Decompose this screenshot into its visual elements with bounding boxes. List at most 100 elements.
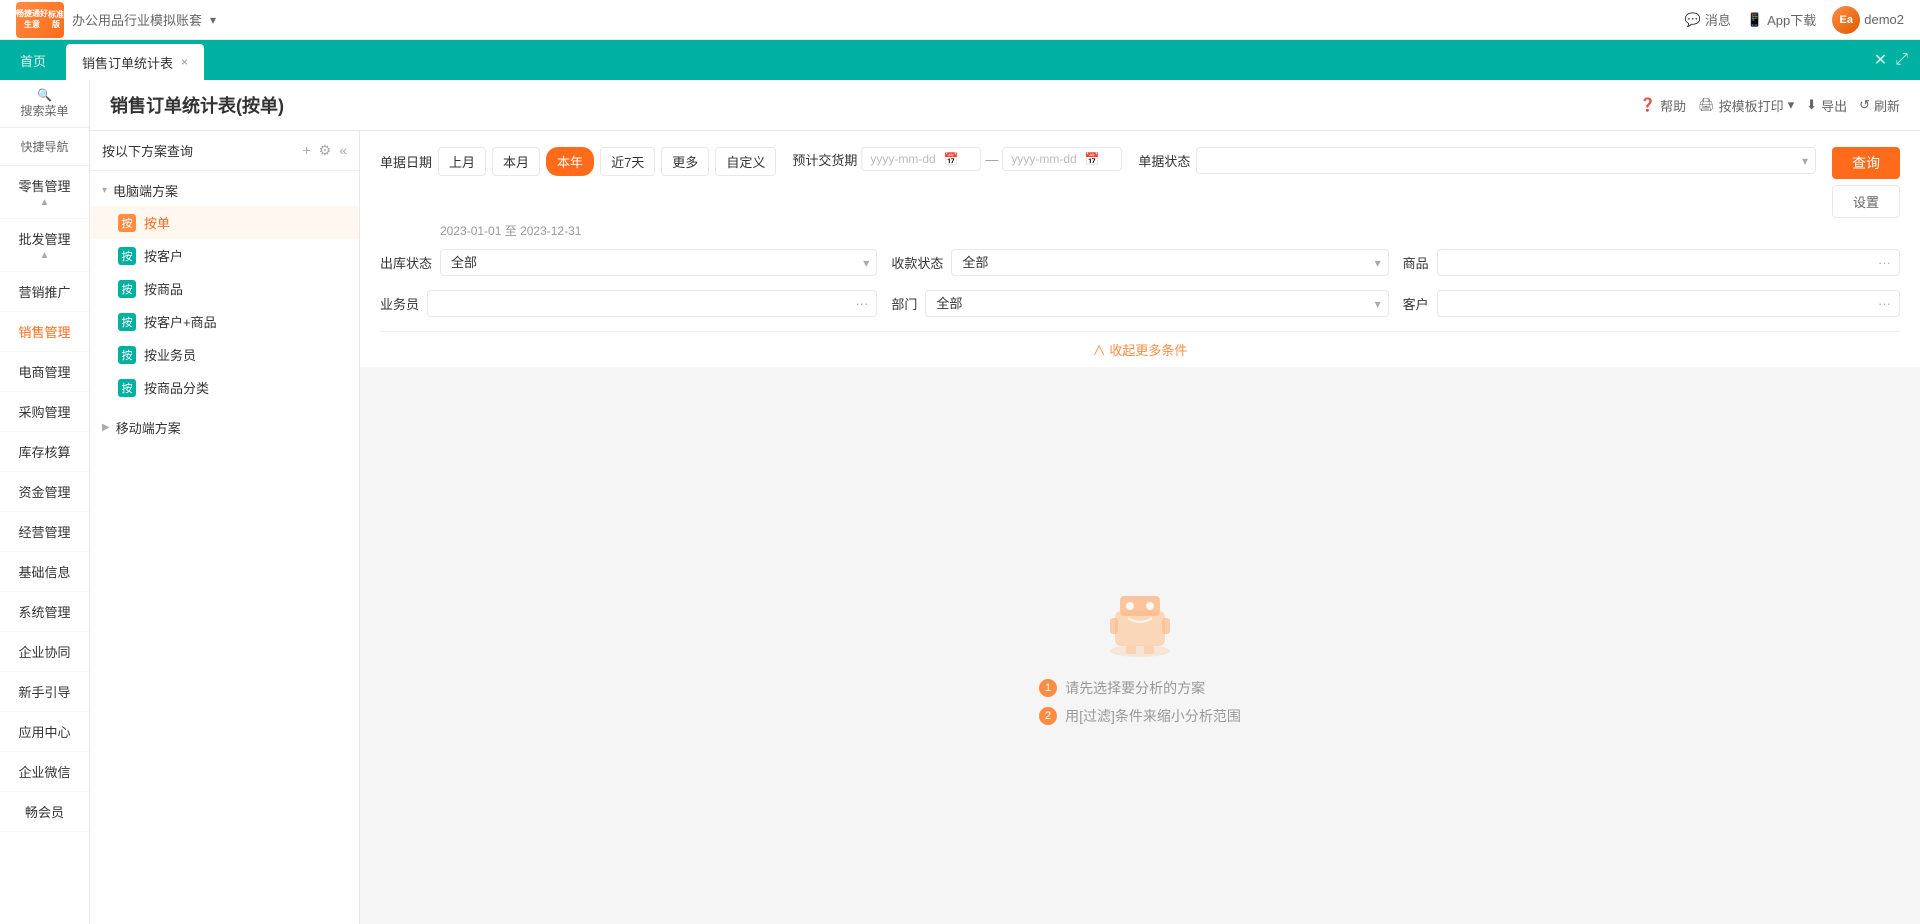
workspace: 按以下方案查询 + ⚙ « ▾ 电脑端方案 按 按单 bbox=[90, 131, 1920, 924]
sidebar-item-marketing[interactable]: 营销推广 bbox=[0, 272, 89, 312]
sidebar: 🔍 搜索菜单 快捷导航 零售管理 ▲ 批发管理 ▲ 营销推广 销售管理 电商管理 bbox=[0, 80, 90, 924]
sidebar-item-ecommerce[interactable]: 电商管理 bbox=[0, 352, 89, 392]
date-btn-last-month[interactable]: 上月 bbox=[438, 147, 486, 176]
goods-more-icon[interactable]: ··· bbox=[1878, 255, 1891, 270]
tab-home[interactable]: 首页 bbox=[0, 40, 66, 80]
sidebar-item-finance[interactable]: 资金管理 bbox=[0, 472, 89, 512]
app-icon: 📱 bbox=[1747, 12, 1763, 28]
sidebar-item-retail[interactable]: 零售管理 ▲ bbox=[0, 166, 89, 219]
pc-scheme-group: ▾ 电脑端方案 按 按单 按 按客户 按 按商品 bbox=[90, 171, 359, 408]
tab-close-icon[interactable]: × bbox=[181, 55, 188, 69]
window-close-icon[interactable]: ✕ bbox=[1874, 50, 1887, 70]
empty-illustration bbox=[1090, 566, 1190, 666]
sidebar-item-inventory[interactable]: 库存核算 bbox=[0, 432, 89, 472]
refresh-button[interactable]: ↺ 刷新 bbox=[1859, 96, 1900, 115]
topbar-title: 办公用品行业模拟账套 bbox=[72, 10, 202, 29]
sidebar-search[interactable]: 🔍 搜索菜单 bbox=[0, 80, 89, 128]
message-icon: 💬 bbox=[1685, 12, 1701, 28]
sidebar-item-wholesale[interactable]: 批发管理 ▲ bbox=[0, 219, 89, 272]
expected-date-end-input[interactable]: yyyy-mm-dd 📅 bbox=[1002, 147, 1122, 171]
scheme-item-按单[interactable]: 按 按单 bbox=[90, 206, 359, 239]
user-menu[interactable]: Ea demo2 bbox=[1832, 6, 1904, 34]
scheme-icon-按业务员: 按 bbox=[118, 346, 136, 364]
hint-num-1: 1 bbox=[1039, 679, 1057, 697]
expected-date-start-input[interactable]: yyyy-mm-dd 📅 bbox=[861, 147, 981, 171]
tab-sales-stats[interactable]: 销售订单统计表 × bbox=[66, 44, 204, 80]
scheme-item-按商品分类[interactable]: 按 按商品分类 bbox=[90, 371, 359, 404]
customer-more-icon[interactable]: ··· bbox=[1878, 296, 1891, 311]
add-scheme-icon[interactable]: + bbox=[302, 142, 310, 159]
filter-row-3: 业务员 ··· 部门 全部 bbox=[380, 290, 1900, 317]
left-panel: 按以下方案查询 + ⚙ « ▾ 电脑端方案 按 按单 bbox=[90, 131, 360, 924]
sidebar-item-membership[interactable]: 畅会员 bbox=[0, 792, 89, 832]
goods-input[interactable]: ··· bbox=[1437, 249, 1900, 276]
date-btn-custom[interactable]: 自定义 bbox=[715, 147, 776, 176]
sidebar-item-operations[interactable]: 经营管理 bbox=[0, 512, 89, 552]
settings-button[interactable]: 设置 bbox=[1832, 185, 1900, 218]
message-button[interactable]: 💬 消息 bbox=[1685, 10, 1731, 29]
empty-state: 1 请先选择要分析的方案 2 用[过滤]条件来缩小分析范围 bbox=[360, 367, 1920, 924]
collapse-bar[interactable]: ∧ 收起更多条件 bbox=[380, 331, 1900, 367]
topbar: 畅捷通好生意 标准版 办公用品行业模拟账套 ▾ 💬 消息 📱 App下载 Ea … bbox=[0, 0, 1920, 40]
dept-select[interactable]: 全部 bbox=[925, 290, 1388, 317]
sidebar-item-enterprise-wx[interactable]: 企业微信 bbox=[0, 752, 89, 792]
delivery-filter-col: 出库状态 全部 未出库 部分出库 全部出库 bbox=[380, 249, 877, 276]
delivery-select[interactable]: 全部 未出库 部分出库 全部出库 bbox=[440, 249, 877, 276]
topbar-dropdown-icon[interactable]: ▾ bbox=[210, 13, 216, 27]
mobile-scheme-group: ▶ 移动端方案 bbox=[90, 412, 359, 443]
sidebar-quick-nav[interactable]: 快捷导航 bbox=[0, 128, 89, 166]
date-btn-7days[interactable]: 近7天 bbox=[600, 147, 655, 176]
sidebar-item-app-center[interactable]: 应用中心 bbox=[0, 712, 89, 752]
pc-scheme-group-header[interactable]: ▾ 电脑端方案 bbox=[90, 175, 359, 206]
salesman-more-icon[interactable]: ··· bbox=[855, 296, 868, 311]
right-panel: 单据日期 上月 本月 本年 近7天 更多 自定义 预计交货期 yyyy-mm-d… bbox=[360, 131, 1920, 924]
query-button[interactable]: 查询 bbox=[1832, 147, 1900, 179]
status-group: 单据状态 bbox=[1138, 147, 1816, 174]
salesman-input[interactable]: ··· bbox=[427, 290, 877, 317]
customer-input[interactable]: ··· bbox=[1437, 290, 1900, 317]
scheme-item-按商品[interactable]: 按 按商品 bbox=[90, 272, 359, 305]
mobile-scheme-group-header[interactable]: ▶ 移动端方案 bbox=[90, 412, 359, 443]
window-expand-icon[interactable]: ⤢ bbox=[1895, 51, 1908, 69]
sidebar-item-newbie[interactable]: 新手引导 bbox=[0, 672, 89, 712]
date-btn-more[interactable]: 更多 bbox=[661, 147, 709, 176]
tabbar-right: ✕ ⤢ bbox=[1874, 50, 1920, 70]
scheme-item-按业务员[interactable]: 按 按业务员 bbox=[90, 338, 359, 371]
empty-hint-1: 1 请先选择要分析的方案 bbox=[1039, 678, 1241, 698]
print-button[interactable]: 🖨 按模板打印 ▾ bbox=[1698, 96, 1794, 115]
help-button[interactable]: ❓ 帮助 bbox=[1640, 96, 1686, 115]
scheme-icon-按单: 按 bbox=[118, 214, 136, 232]
left-panel-icons: + ⚙ « bbox=[302, 142, 347, 159]
date-btn-this-year[interactable]: 本年 bbox=[546, 147, 594, 176]
empty-hint-2: 2 用[过滤]条件来缩小分析范围 bbox=[1039, 706, 1241, 726]
sidebar-item-purchase[interactable]: 采购管理 bbox=[0, 392, 89, 432]
query-actions: 查询 设置 bbox=[1832, 147, 1900, 218]
status-select[interactable] bbox=[1196, 147, 1816, 174]
delivery-select-wrap: 全部 未出库 部分出库 全部出库 bbox=[440, 249, 877, 276]
scheme-item-按客户商品[interactable]: 按 按客户+商品 bbox=[90, 305, 359, 338]
dept-select-wrap: 全部 bbox=[925, 290, 1388, 317]
wholesale-arrow: ▲ bbox=[40, 250, 50, 261]
goods-filter-col: 商品 ··· bbox=[1403, 249, 1900, 276]
calendar-end-icon: 📅 bbox=[1085, 152, 1100, 166]
sidebar-item-enterprise[interactable]: 企业协同 bbox=[0, 632, 89, 672]
print-icon: 🖨 bbox=[1698, 97, 1715, 113]
sidebar-item-basic[interactable]: 基础信息 bbox=[0, 552, 89, 592]
sidebar-item-system[interactable]: 系统管理 bbox=[0, 592, 89, 632]
page-header: 销售订单统计表(按单) ❓ 帮助 🖨 按模板打印 ▾ ⬇ 导出 ↺ 刷新 bbox=[90, 80, 1920, 131]
help-icon: ❓ bbox=[1640, 97, 1656, 113]
settings-scheme-icon[interactable]: ⚙ bbox=[319, 142, 332, 159]
filter-area: 单据日期 上月 本月 本年 近7天 更多 自定义 预计交货期 yyyy-mm-d… bbox=[360, 131, 1920, 367]
scheme-item-按客户[interactable]: 按 按客户 bbox=[90, 239, 359, 272]
customer-filter-col: 客户 ··· bbox=[1403, 290, 1900, 317]
print-dropdown-icon: ▾ bbox=[1788, 97, 1795, 113]
export-button[interactable]: ⬇ 导出 bbox=[1806, 96, 1847, 115]
date-btn-this-month[interactable]: 本月 bbox=[492, 147, 540, 176]
payment-filter-col: 收款状态 全部 未收款 部分收款 全部收款 bbox=[891, 249, 1388, 276]
collapse-panel-icon[interactable]: « bbox=[339, 142, 347, 159]
sidebar-item-sales[interactable]: 销售管理 bbox=[0, 312, 89, 352]
app-download-button[interactable]: 📱 App下载 bbox=[1747, 10, 1816, 29]
payment-select[interactable]: 全部 未收款 部分收款 全部收款 bbox=[951, 249, 1388, 276]
dept-filter-col: 部门 全部 bbox=[891, 290, 1388, 317]
payment-select-wrap: 全部 未收款 部分收款 全部收款 bbox=[951, 249, 1388, 276]
